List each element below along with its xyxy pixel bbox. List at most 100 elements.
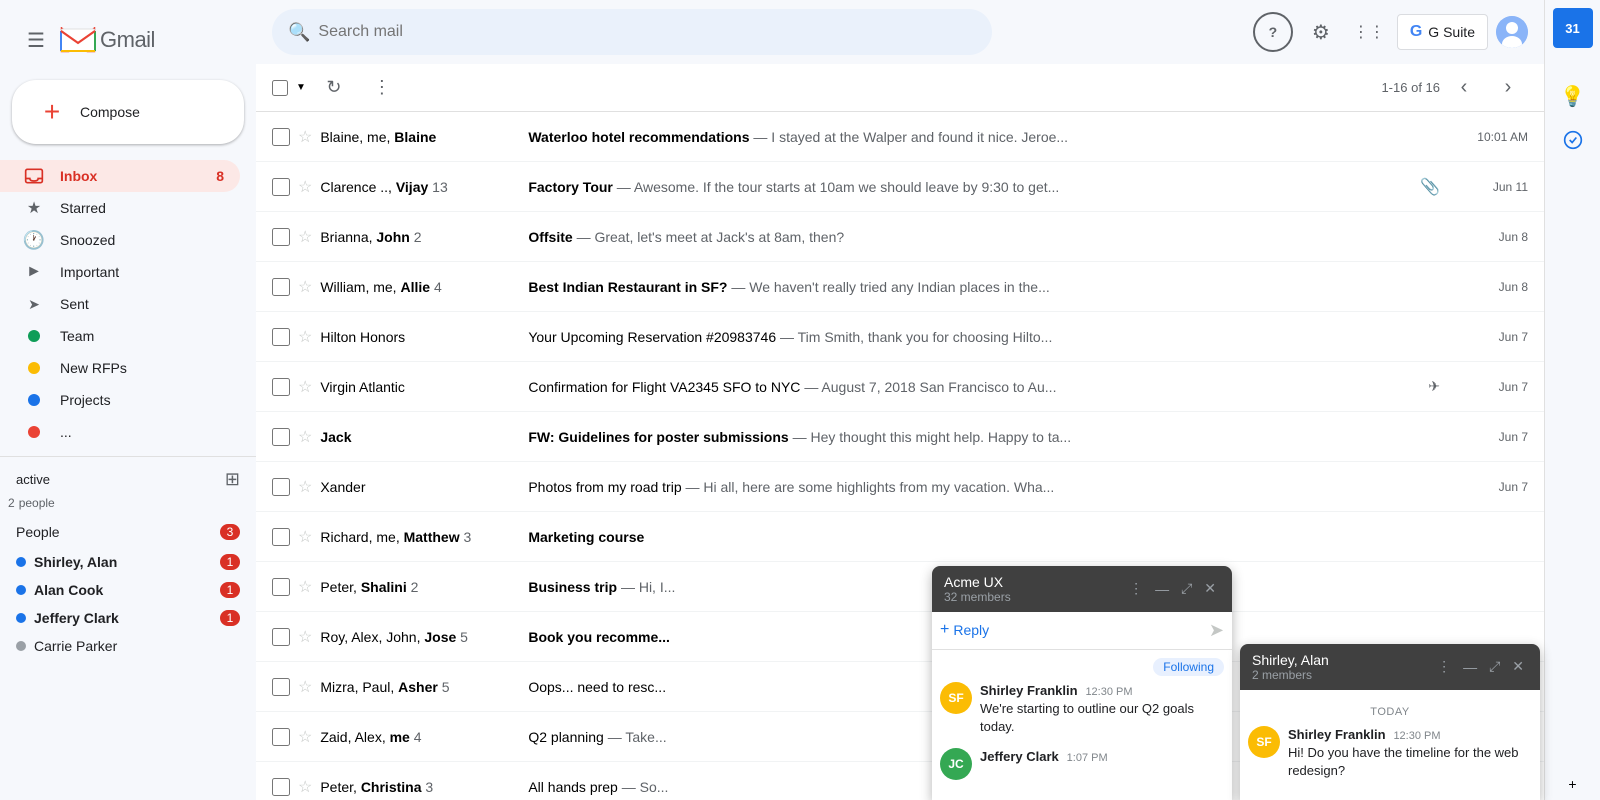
person-dot	[16, 641, 26, 651]
prev-page-button[interactable]: ‹	[1444, 68, 1484, 108]
msg-content: Jeffery Clark 1:07 PM	[980, 748, 1224, 780]
table-row[interactable]: ☆ Xander Photos from my road trip — Hi a…	[256, 462, 1544, 512]
star-icon[interactable]: ☆	[298, 527, 312, 547]
row-checkbox[interactable]	[272, 278, 290, 296]
row-checkbox[interactable]	[272, 178, 290, 196]
table-row[interactable]: ☆ William, me, Allie 4 Best Indian Resta…	[256, 262, 1544, 312]
acme-ux-chat-body: Following SF Shirley Franklin 12:30 PM W…	[932, 650, 1232, 800]
nav-starred[interactable]: ★ Starred	[0, 192, 240, 224]
star-icon[interactable]: ☆	[298, 577, 312, 597]
msg-avatar-shirley: SF	[940, 682, 972, 714]
gmail-text: Gmail	[100, 27, 155, 53]
sender: Brianna, John 2	[320, 229, 520, 245]
add-button[interactable]: +	[1568, 776, 1576, 792]
more-options-button[interactable]: ⋮	[362, 68, 402, 108]
more-options-chat2-button[interactable]: ⋮	[1433, 656, 1455, 677]
refresh-button[interactable]: ↻	[314, 68, 354, 108]
star-icon[interactable]: ☆	[298, 227, 312, 247]
user-avatar[interactable]	[1496, 16, 1528, 48]
calendar-icon[interactable]: 31	[1553, 8, 1593, 48]
sender: Clarence .., Vijay 13	[320, 179, 520, 195]
row-checkbox[interactable]	[272, 378, 290, 396]
acme-ux-chat-header[interactable]: Acme UX 32 members ⋮ — ⤢ ✕	[932, 566, 1232, 612]
msg-sender: Jeffery Clark	[980, 749, 1059, 764]
select-all-checkbox[interactable]	[272, 80, 288, 96]
hamburger-button[interactable]: ☰	[16, 20, 56, 60]
nav-snoozed[interactable]: 🕐 Snoozed	[0, 224, 240, 256]
star-icon[interactable]: ☆	[298, 327, 312, 347]
person-alan-cook[interactable]: Alan Cook 1	[16, 576, 240, 604]
expand-chat-button[interactable]: ⤢	[1177, 578, 1196, 599]
minimize-chat2-button[interactable]: —	[1459, 656, 1481, 677]
shirley-alan-chat-header[interactable]: Shirley, Alan 2 members ⋮ — ⤢ ✕	[1240, 644, 1540, 690]
chat-header-actions: ⋮ — ⤢ ✕	[1433, 656, 1528, 677]
active-chat-section: active ⊞	[0, 465, 256, 494]
select-dropdown-icon[interactable]: ▼	[296, 82, 306, 93]
star-icon[interactable]: ☆	[298, 677, 312, 697]
table-row[interactable]: ☆ Hilton Honors Your Upcoming Reservatio…	[256, 312, 1544, 362]
table-row[interactable]: ☆ Virgin Atlantic Confirmation for Fligh…	[256, 362, 1544, 412]
nav-more[interactable]: ...	[0, 416, 240, 448]
nav-new-rfps[interactable]: New RFPs	[0, 352, 240, 384]
nav-sent[interactable]: ➤ Sent	[0, 288, 240, 320]
row-checkbox[interactable]	[272, 728, 290, 746]
star-icon[interactable]: ☆	[298, 727, 312, 747]
nav-team[interactable]: Team	[0, 320, 240, 352]
lightbulb-icon[interactable]: 💡	[1553, 76, 1593, 116]
send-reply-button[interactable]: ➤	[1209, 620, 1224, 641]
table-row[interactable]: ☆ Brianna, John 2 Offsite — Great, let's…	[256, 212, 1544, 262]
apps-button[interactable]: ⋮⋮	[1349, 12, 1389, 52]
nav-projects[interactable]: Projects	[0, 384, 240, 416]
star-icon[interactable]: ☆	[298, 127, 312, 147]
important-icon: ►	[24, 263, 44, 281]
row-checkbox[interactable]	[272, 628, 290, 646]
email-time: Jun 7	[1448, 330, 1528, 344]
nav-important[interactable]: ► Important	[0, 256, 240, 288]
star-icon[interactable]: ☆	[298, 627, 312, 647]
search-input[interactable]	[318, 23, 976, 41]
row-checkbox[interactable]	[272, 528, 290, 546]
star-icon[interactable]: ☆	[298, 427, 312, 447]
row-checkbox[interactable]	[272, 678, 290, 696]
sender: Zaid, Alex, me 4	[320, 729, 520, 745]
more-circle-icon	[24, 426, 44, 438]
nav-inbox[interactable]: Inbox 8	[0, 160, 240, 192]
gsuite-button[interactable]: G G Suite	[1397, 14, 1488, 50]
subject-preview: Factory Tour — Awesome. If the tour star…	[528, 179, 1412, 195]
settings-button[interactable]: ⚙	[1301, 12, 1341, 52]
row-checkbox[interactable]	[272, 778, 290, 796]
help-button[interactable]: ?	[1253, 12, 1293, 52]
table-row[interactable]: ☆ Clarence .., Vijay 13 Factory Tour — A…	[256, 162, 1544, 212]
star-icon[interactable]: ☆	[298, 377, 312, 397]
table-row[interactable]: ☆ Blaine, me, Blaine Waterloo hotel reco…	[256, 112, 1544, 162]
row-checkbox[interactable]	[272, 428, 290, 446]
active-expand-icon[interactable]: ⊞	[225, 469, 240, 490]
person-jeffery-clark[interactable]: Jeffery Clark 1	[16, 604, 240, 632]
expand-chat2-button[interactable]: ⤢	[1485, 656, 1504, 677]
person-left: Shirley, Alan	[16, 554, 117, 570]
person-carrie-parker[interactable]: Carrie Parker	[16, 632, 240, 660]
row-checkbox[interactable]	[272, 478, 290, 496]
star-icon[interactable]: ☆	[298, 277, 312, 297]
row-checkbox[interactable]	[272, 128, 290, 146]
star-icon[interactable]: ☆	[298, 777, 312, 797]
table-row[interactable]: ☆ Richard, me, Matthew 3 Marketing cours…	[256, 512, 1544, 562]
person-shirley-alan[interactable]: Shirley, Alan 1	[16, 548, 240, 576]
attachment-icon: 📎	[1420, 177, 1440, 197]
row-checkbox[interactable]	[272, 578, 290, 596]
close-chat-button[interactable]: ✕	[1200, 578, 1220, 599]
star-icon[interactable]: ☆	[298, 477, 312, 497]
task-icon[interactable]	[1553, 120, 1593, 160]
person-left: Alan Cook	[16, 582, 103, 598]
close-chat2-button[interactable]: ✕	[1508, 656, 1528, 677]
next-page-button[interactable]: ›	[1488, 68, 1528, 108]
nav-projects-label: Projects	[60, 392, 111, 408]
star-icon[interactable]: ☆	[298, 177, 312, 197]
minimize-chat-button[interactable]: —	[1151, 578, 1173, 599]
more-options-chat-button[interactable]: ⋮	[1125, 578, 1147, 599]
table-row[interactable]: ☆ Jack FW: Guidelines for poster submiss…	[256, 412, 1544, 462]
reply-button[interactable]: + Reply	[940, 621, 989, 639]
compose-button[interactable]: + Compose	[12, 80, 244, 144]
row-checkbox[interactable]	[272, 328, 290, 346]
row-checkbox[interactable]	[272, 228, 290, 246]
